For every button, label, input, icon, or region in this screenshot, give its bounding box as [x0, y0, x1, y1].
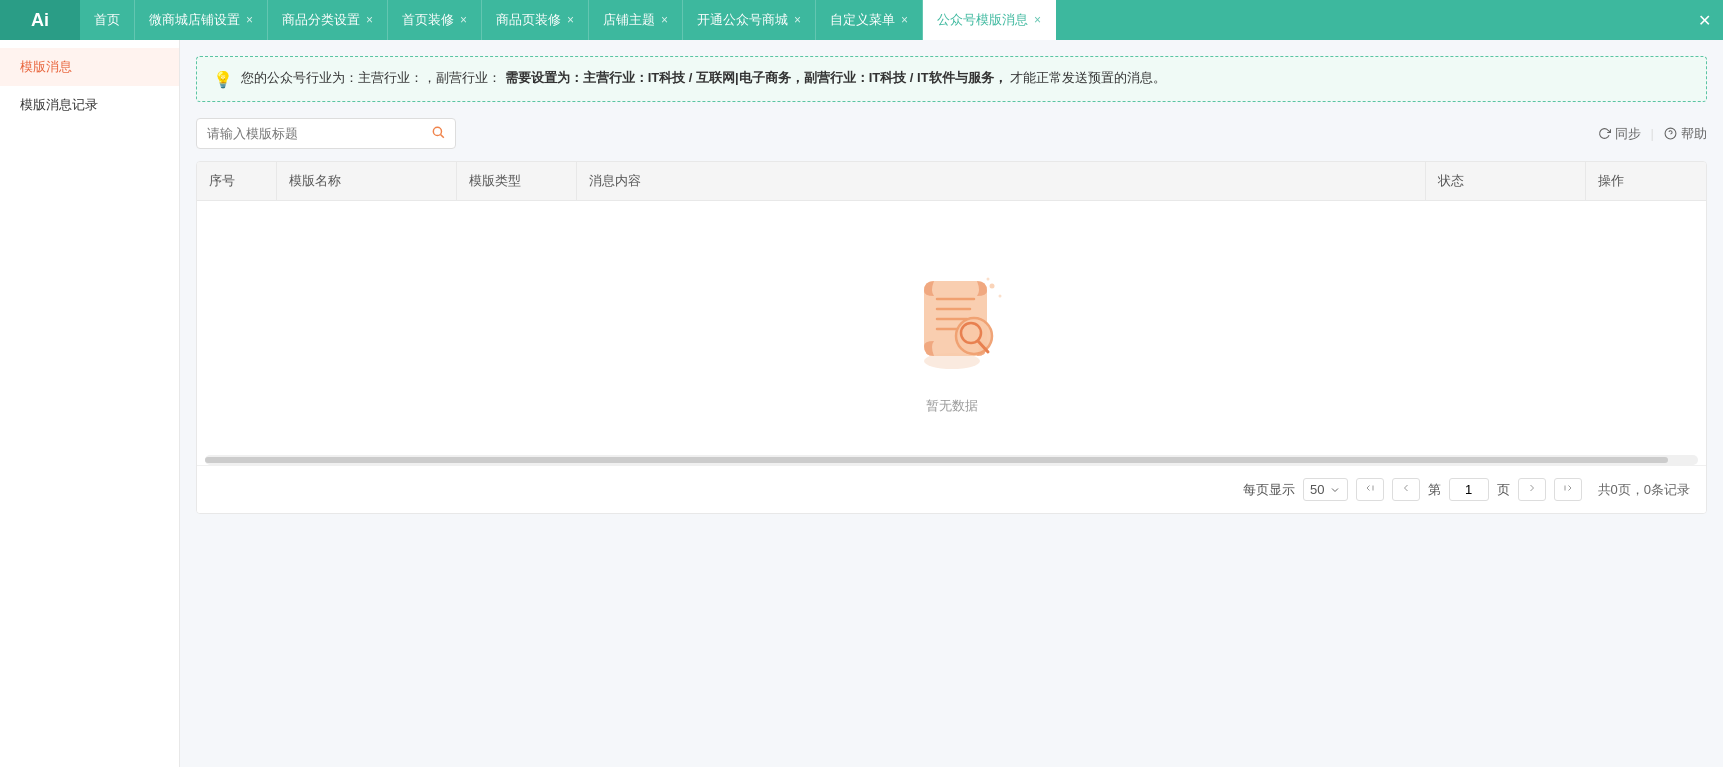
svg-point-14	[986, 278, 989, 281]
data-table: 序号模版名称模版类型消息内容状态操作	[196, 161, 1707, 514]
info-prefix: 您的公众号行业为：主营行业：，副营行业：	[241, 70, 501, 85]
info-banner: 💡 您的公众号行业为：主营行业：，副营行业： 需要设置为：主营行业：IT科技 /…	[196, 56, 1707, 102]
sidebar-item-template-message-record[interactable]: 模版消息记录	[0, 86, 179, 124]
last-page-button[interactable]	[1554, 478, 1582, 501]
nav-tab-custom-menu[interactable]: 自定义菜单×	[816, 0, 923, 40]
sidebar-item-template-message[interactable]: 模版消息	[0, 48, 179, 86]
table-header-type: 模版类型	[457, 162, 577, 200]
close-all-button[interactable]: ✕	[1686, 11, 1723, 30]
search-input-container	[196, 118, 456, 149]
empty-text: 暂无数据	[926, 397, 978, 415]
scrollbar-thumb[interactable]	[205, 457, 1668, 463]
info-text: 您的公众号行业为：主营行业：，副营行业： 需要设置为：主营行业：IT科技 / 互…	[241, 69, 1166, 87]
nav-tab-open-mall[interactable]: 开通公众号商城×	[683, 0, 816, 40]
main-layout: 模版消息模版消息记录 💡 您的公众号行业为：主营行业：，副营行业： 需要设置为：…	[0, 40, 1723, 767]
tab-close-product-decor[interactable]: ×	[567, 13, 574, 27]
prev-page-button[interactable]	[1392, 478, 1420, 501]
help-label: 帮助	[1681, 125, 1707, 143]
tab-close-wechat-shop[interactable]: ×	[246, 13, 253, 27]
per-page-value: 50	[1310, 482, 1324, 497]
tab-close-shop-theme[interactable]: ×	[661, 13, 668, 27]
nav-tab-home-decor[interactable]: 首页装修×	[388, 0, 482, 40]
horizontal-scrollbar[interactable]	[205, 455, 1698, 465]
info-icon: 💡	[213, 70, 233, 89]
nav-tab-product-category[interactable]: 商品分类设置×	[268, 0, 388, 40]
search-bar: 同步 | 帮助	[196, 118, 1707, 149]
nav-tab-home[interactable]: 首页	[80, 0, 135, 40]
next-page-button[interactable]	[1518, 478, 1546, 501]
help-button[interactable]: 帮助	[1664, 125, 1707, 143]
page-input[interactable]	[1449, 478, 1489, 501]
search-button[interactable]	[421, 119, 455, 148]
nav-tab-template-msg[interactable]: 公众号模版消息×	[923, 0, 1056, 40]
nav-tab-wechat-shop[interactable]: 微商城店铺设置×	[135, 0, 268, 40]
page-label: 第	[1428, 481, 1441, 499]
sync-label: 同步	[1615, 125, 1641, 143]
content-area: 💡 您的公众号行业为：主营行业：，副营行业： 需要设置为：主营行业：IT科技 /…	[180, 40, 1723, 767]
tab-close-open-mall[interactable]: ×	[794, 13, 801, 27]
info-highlight: 需要设置为：主营行业：IT科技 / 互联网|电子商务，副营行业：IT科技 / I…	[505, 70, 1007, 85]
svg-point-13	[998, 295, 1001, 298]
search-actions: 同步 | 帮助	[1598, 125, 1707, 143]
tab-close-custom-menu[interactable]: ×	[901, 13, 908, 27]
empty-state: 暂无数据	[197, 201, 1706, 455]
total-info: 共0页，0条记录	[1598, 481, 1690, 499]
first-page-button[interactable]	[1356, 478, 1384, 501]
tab-close-home-decor[interactable]: ×	[460, 13, 467, 27]
empty-icon	[892, 261, 1012, 381]
svg-point-0	[433, 127, 441, 135]
sync-button[interactable]: 同步	[1598, 125, 1641, 143]
table-header-action: 操作	[1586, 162, 1706, 200]
per-page-select[interactable]: 50	[1303, 478, 1347, 501]
table-header: 序号模版名称模版类型消息内容状态操作	[197, 162, 1706, 201]
info-suffix: 才能正常发送预置的消息。	[1010, 70, 1166, 85]
table-header-index: 序号	[197, 162, 277, 200]
per-page-label: 每页显示	[1243, 481, 1295, 499]
nav-tab-shop-theme[interactable]: 店铺主题×	[589, 0, 683, 40]
svg-line-1	[441, 135, 444, 138]
search-input[interactable]	[197, 120, 421, 147]
top-nav: Ai 首页微商城店铺设置×商品分类设置×首页装修×商品页装修×店铺主题×开通公众…	[0, 0, 1723, 40]
table-header-status: 状态	[1426, 162, 1586, 200]
divider: |	[1651, 126, 1654, 141]
nav-tabs: 首页微商城店铺设置×商品分类设置×首页装修×商品页装修×店铺主题×开通公众号商城…	[80, 0, 1686, 40]
page-unit: 页	[1497, 481, 1510, 499]
table-header-content: 消息内容	[577, 162, 1426, 200]
table-header-name: 模版名称	[277, 162, 457, 200]
nav-tab-product-decor[interactable]: 商品页装修×	[482, 0, 589, 40]
app-logo: Ai	[0, 0, 80, 40]
svg-point-12	[989, 284, 994, 289]
tab-close-template-msg[interactable]: ×	[1034, 13, 1041, 27]
tab-close-product-category[interactable]: ×	[366, 13, 373, 27]
pagination: 每页显示 50 第 页	[197, 465, 1706, 513]
sidebar: 模版消息模版消息记录	[0, 40, 180, 767]
